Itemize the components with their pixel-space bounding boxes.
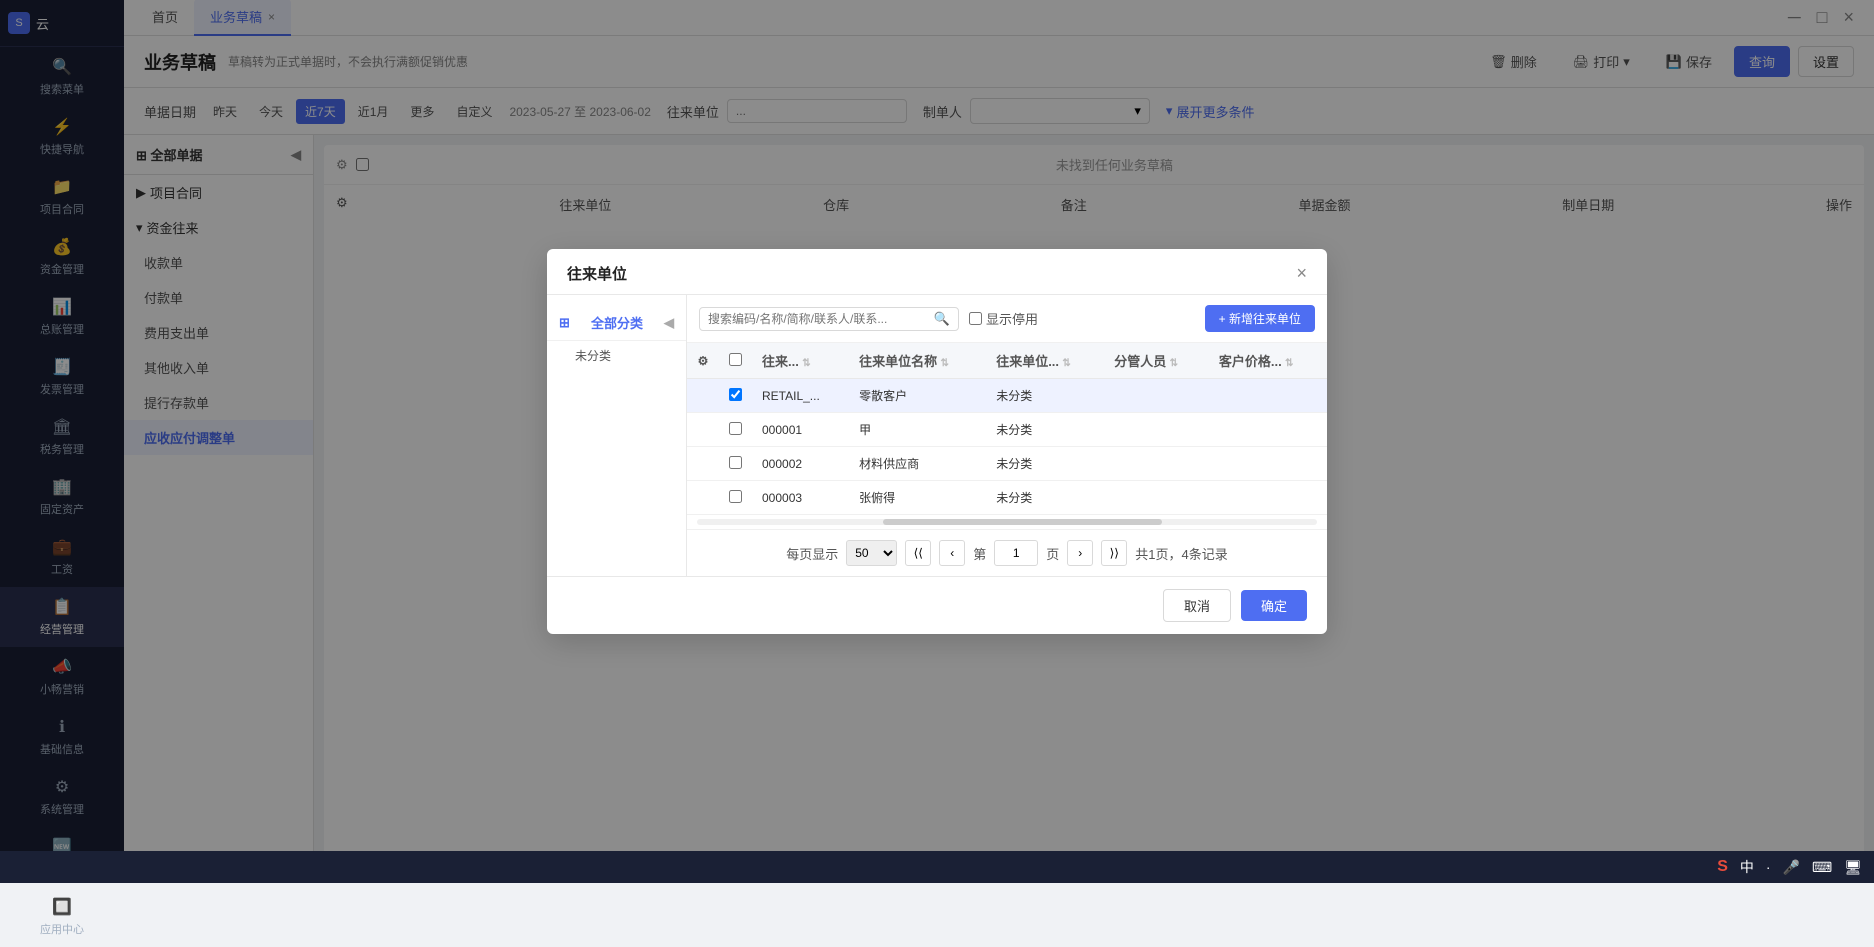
table-row[interactable]: 000003 张俯得 未分类: [687, 481, 1327, 515]
row-code-4: 000003: [752, 481, 849, 515]
horizontal-scrollbar[interactable]: [697, 519, 1317, 525]
page-unit: 页: [1046, 544, 1059, 563]
row-category-1: 未分类: [986, 379, 1104, 413]
row-category-4: 未分类: [986, 481, 1104, 515]
taskbar-keyboard-icon[interactable]: ⌨: [1812, 859, 1832, 876]
collapse-left-icon[interactable]: ◀: [664, 315, 674, 331]
modal-overlay[interactable]: 往来单位 × ⊞ 全部分类 ◀ 未分类 🔍: [0, 0, 1874, 883]
confirm-button[interactable]: 确定: [1241, 590, 1307, 621]
row-name-4: 张俯得: [849, 481, 986, 515]
row-category-2: 未分类: [986, 413, 1104, 447]
dialog-title: 往来单位: [567, 263, 627, 284]
row-price-4: [1209, 481, 1327, 515]
col-category: 往来单位... ⇅: [986, 343, 1104, 379]
sort-icon-name: ⇅: [941, 358, 949, 369]
table-row[interactable]: 000001 甲 未分类: [687, 413, 1327, 447]
row-setting-4: [687, 481, 719, 515]
row-check-3[interactable]: [729, 456, 742, 469]
grid-icon: ⊞: [559, 315, 570, 331]
col-check[interactable]: [719, 343, 752, 379]
apps-icon: 🔲: [52, 897, 72, 917]
search-input[interactable]: [708, 312, 928, 326]
taskbar-dot-icon: ·: [1766, 859, 1771, 875]
dialog-footer: 取消 确定: [547, 576, 1327, 634]
partner-dialog: 往来单位 × ⊞ 全部分类 ◀ 未分类 🔍: [547, 249, 1327, 634]
all-category-label: 全部分类: [591, 313, 643, 332]
taskbar-screen-icon[interactable]: 🖥: [1844, 859, 1862, 876]
row-setting-3: [687, 447, 719, 481]
row-price-1: [1209, 379, 1327, 413]
prev-page-btn[interactable]: ‹: [939, 540, 965, 566]
row-name-1: 零散客户: [849, 379, 986, 413]
total-label: 共1页，4条记录: [1135, 544, 1227, 563]
dialog-body: ⊞ 全部分类 ◀ 未分类 🔍 显示停用: [547, 295, 1327, 576]
last-page-btn[interactable]: ⟩⟩: [1101, 540, 1127, 566]
sort-icon-price: ⇅: [1285, 358, 1293, 369]
row-setting-1: [687, 379, 719, 413]
row-code-1: RETAIL_...: [752, 379, 849, 413]
sort-icon-sales: ⇅: [1170, 358, 1178, 369]
dialog-toolbar: 🔍 显示停用 + 新增往来单位: [687, 295, 1327, 343]
row-salesperson-3: [1104, 447, 1209, 481]
col-price: 客户价格... ⇅: [1209, 343, 1327, 379]
row-name-3: 材料供应商: [849, 447, 986, 481]
dialog-right-panel: 🔍 显示停用 + 新增往来单位 ⚙: [687, 295, 1327, 576]
page-number-input[interactable]: [994, 540, 1038, 566]
first-page-btn[interactable]: ⟨⟨: [905, 540, 931, 566]
row-salesperson-1: [1104, 379, 1209, 413]
taskbar-zh-icon[interactable]: 中: [1740, 857, 1754, 877]
row-check-4[interactable]: [729, 490, 742, 503]
page-label: 第: [973, 544, 986, 563]
all-category-header[interactable]: ⊞ 全部分类 ◀: [547, 305, 686, 341]
row-price-2: [1209, 413, 1327, 447]
next-page-btn[interactable]: ›: [1067, 540, 1093, 566]
col-name: 往来单位名称 ⇅: [849, 343, 986, 379]
cat-uncategorized[interactable]: 未分类: [547, 341, 686, 370]
per-page-select[interactable]: 50 20 100: [846, 540, 897, 566]
row-setting-2: [687, 413, 719, 447]
taskbar-s-icon: S: [1717, 858, 1728, 876]
cancel-button[interactable]: 取消: [1163, 589, 1231, 622]
per-page-label: 每页显示: [786, 544, 838, 563]
search-icon: 🔍: [934, 311, 950, 327]
row-name-2: 甲: [849, 413, 986, 447]
col-salesperson: 分管人员 ⇅: [1104, 343, 1209, 379]
table-row[interactable]: RETAIL_... 零散客户 未分类: [687, 379, 1327, 413]
dialog-header: 往来单位 ×: [547, 249, 1327, 295]
taskbar-mic-icon[interactable]: 🎤: [1783, 859, 1800, 876]
row-salesperson-2: [1104, 413, 1209, 447]
col-code: 往来... ⇅: [752, 343, 849, 379]
row-category-3: 未分类: [986, 447, 1104, 481]
row-salesperson-4: [1104, 481, 1209, 515]
row-price-3: [1209, 447, 1327, 481]
show-disabled-label[interactable]: 显示停用: [969, 309, 1038, 328]
dialog-left-panel: ⊞ 全部分类 ◀ 未分类: [547, 295, 687, 576]
row-code-3: 000002: [752, 447, 849, 481]
partner-table: ⚙ 往来... ⇅ 往来单位名称 ⇅ 往来单位... ⇅ 分管人员 ⇅ 客户价格…: [687, 343, 1327, 515]
row-check-1[interactable]: [729, 388, 742, 401]
add-partner-button[interactable]: + 新增往来单位: [1205, 305, 1315, 332]
table-header-row: ⚙ 往来... ⇅ 往来单位名称 ⇅ 往来单位... ⇅ 分管人员 ⇅ 客户价格…: [687, 343, 1327, 379]
select-all-table-checkbox[interactable]: [729, 353, 742, 366]
table-row[interactable]: 000002 材料供应商 未分类: [687, 447, 1327, 481]
taskbar: S 中 · 🎤 ⌨ 🖥: [0, 851, 1874, 883]
search-box: 🔍: [699, 307, 959, 331]
row-code-2: 000001: [752, 413, 849, 447]
dialog-close-icon[interactable]: ×: [1296, 263, 1307, 284]
col-setting[interactable]: ⚙: [687, 343, 719, 379]
sidebar-item-apps[interactable]: 🔲应用中心: [0, 887, 124, 947]
sort-icon-cat: ⇅: [1062, 358, 1070, 369]
row-check-2[interactable]: [729, 422, 742, 435]
scrollbar-thumb: [883, 519, 1162, 525]
show-disabled-checkbox[interactable]: [969, 312, 982, 325]
sort-icon: ⇅: [802, 358, 810, 369]
dialog-pagination: 每页显示 50 20 100 ⟨⟨ ‹ 第 页 › ⟩⟩ 共1页，4条记录: [687, 529, 1327, 576]
